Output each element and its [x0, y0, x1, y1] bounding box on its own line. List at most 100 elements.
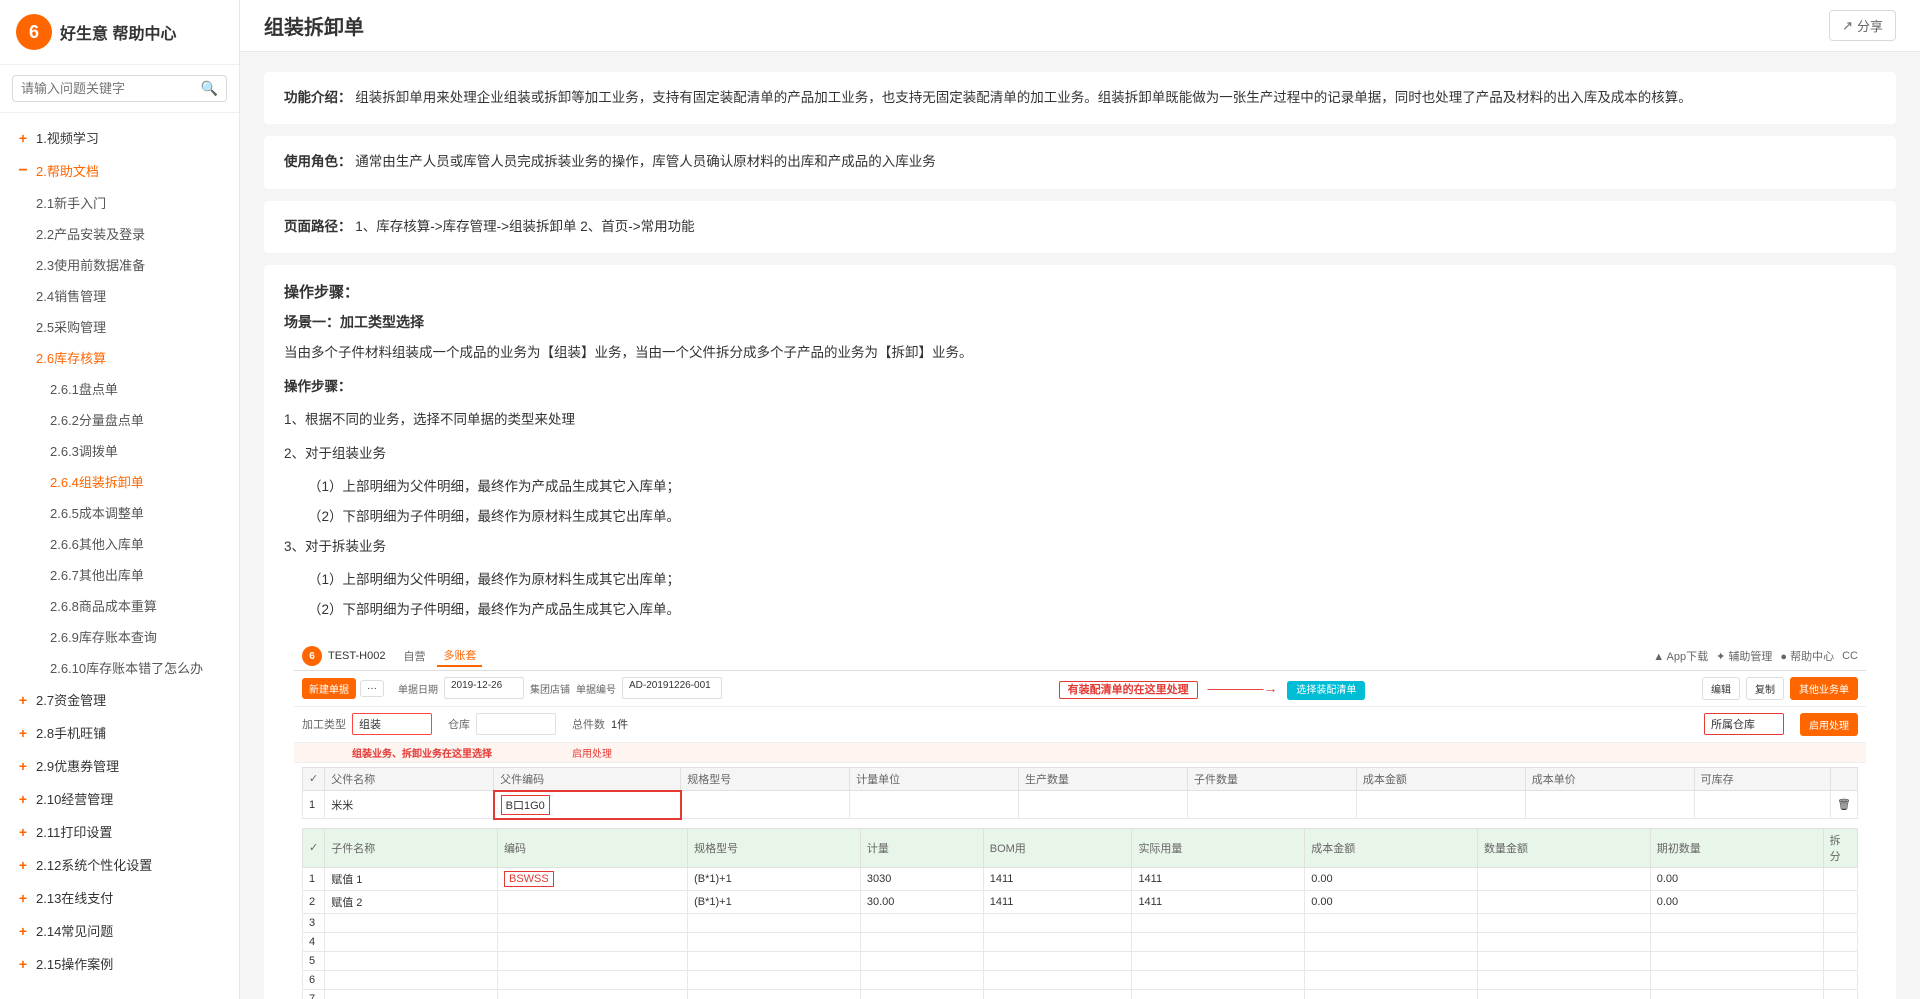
sidebar-item-label-2: 2.帮助文档 [36, 161, 99, 180]
sidebar-item-2-5[interactable]: 2.5采购管理 [0, 311, 239, 342]
sidebar-item-2-6-10[interactable]: 2.6.10库存账本错了怎么办 [0, 652, 239, 683]
expand-icon-2-10: + [16, 792, 30, 806]
screenshot-sysid: TEST-H002 [328, 650, 385, 662]
sidebar-item-2-6-8[interactable]: 2.6.8商品成本重算 [0, 590, 239, 621]
role-text: 使用角色： 通常由生产人员或库管人员完成拆装业务的操作，库管人员确认原材料的出库… [284, 150, 1876, 174]
path-box: 页面路径： 1、库存核算->库存管理->组装拆卸单 2、首页->常用功能 [264, 201, 1896, 253]
search-area: 🔍 [0, 65, 239, 113]
sidebar-item-label-2-13: 2.13在线支付 [36, 888, 113, 907]
share-icon: ↗ [1842, 18, 1853, 34]
sidebar-item-2-4[interactable]: 2.4销售管理 [0, 280, 239, 311]
sidebar-item-2-6-9[interactable]: 2.6.9库存账本查询 [0, 621, 239, 652]
sidebar-item-label-1: 1.视频学习 [36, 128, 99, 147]
content-area: 功能介绍： 组装拆卸单用来处理企业组装或拆卸等加工业务，支持有固定装配清单的产品… [240, 52, 1920, 999]
screenshot-form-area: 加工类型 组装 仓库 总件数 1件 所属仓库 [294, 707, 1866, 743]
scene1-title: 场景一：加工类型选择 [284, 312, 1876, 332]
screenshot-annotation1: 有装配清单的在这里处理 [1059, 681, 1198, 699]
sidebar-item-2-10[interactable]: + 2.10经营管理 [0, 782, 239, 815]
search-input[interactable] [21, 81, 201, 96]
sidebar-item-2-12[interactable]: + 2.12系统个性化设置 [0, 848, 239, 881]
sidebar-item-2-6-7[interactable]: 2.6.7其他出库单 [0, 559, 239, 590]
sidebar-item-label-2-15: 2.15操作案例 [36, 954, 113, 973]
screenshot-annotation3: 启用处理 [572, 745, 612, 760]
screenshot-btn-other: ··· [360, 680, 384, 697]
intro-text: 功能介绍： 组装拆卸单用来处理企业组装或拆卸等加工业务，支持有固定装配清单的产品… [284, 86, 1876, 110]
sidebar-item-2-6-2[interactable]: 2.6.2分量盘点单 [0, 404, 239, 435]
expand-icon-2-7: + [16, 693, 30, 707]
step1-text: 1、根据不同的业务，选择不同单据的类型来处理 [284, 407, 1876, 433]
app-logo-icon: 6 [16, 14, 52, 50]
sidebar-item-2-6-3[interactable]: 2.6.3调拨单 [0, 435, 239, 466]
sidebar-item-1[interactable]: + 1.视频学习 [0, 121, 239, 154]
expand-icon-2-12: + [16, 858, 30, 872]
sidebar-item-2-6-4[interactable]: 2.6.4组装拆卸单 [0, 466, 239, 497]
screenshot-toolbar: 新建单据 ··· 单据日期 2019-12-26 集团店铺 单据编号 AD-20… [294, 671, 1866, 707]
sidebar-item-2-6-1[interactable]: 2.6.1盘点单 [0, 373, 239, 404]
sidebar-item-2-13[interactable]: + 2.13在线支付 [0, 881, 239, 914]
screenshot-btn-process: 选择装配清单 [1287, 681, 1365, 700]
step3-text: 3、对于拆装业务 [284, 534, 1876, 560]
sidebar-item-2-2[interactable]: 2.2产品安装及登录 [0, 218, 239, 249]
operation-section: 操作步骤： 场景一：加工类型选择 当由多个子件材料组装成一个成品的业务为【组装】… [264, 265, 1896, 999]
screenshot-upper-table-wrapper: ✓ 父件名称 父件编码 规格型号 计量单位 生产数量 子件数量 成本金额 成本单… [294, 763, 1866, 824]
step3-sub1: （1）上部明细为父件明细，最终作为原材料生成其它出库单； [308, 567, 1876, 593]
step3-sub2: （2）下部明细为子件明细，最终作为产成品生成其它入库单。 [308, 597, 1876, 623]
page-title: 组装拆卸单 [264, 11, 364, 40]
nav-area: + 1.视频学习 − 2.帮助文档 2.1新手入门 2.2产品安装及登录 2.3… [0, 113, 239, 999]
screenshot-annotation2: 组装业务、拆卸业务在这里选择 [352, 745, 492, 760]
share-button[interactable]: ↗ 分享 [1829, 10, 1896, 41]
sidebar-item-2-8[interactable]: + 2.8手机旺铺 [0, 716, 239, 749]
steps-label: 操作步骤： [284, 374, 1876, 400]
expand-icon-1: + [16, 131, 30, 145]
sidebar: 6 好生意 帮助中心 🔍 + 1.视频学习 − 2.帮助文档 2.1新手入门 2… [0, 0, 240, 999]
screenshot-titlebar: 6 TEST-H002 自营 多账套 ▲ App下载 ✦ 辅助管理 ● 帮助中心… [294, 643, 1866, 671]
sidebar-item-label-2-10: 2.10经营管理 [36, 789, 113, 808]
top-bar: 组装拆卸单 ↗ 分享 [240, 0, 1920, 52]
sidebar-item-2-9[interactable]: + 2.9优惠券管理 [0, 749, 239, 782]
screenshot-nav: 自营 多账套 [397, 645, 482, 667]
expand-icon-2-11: + [16, 825, 30, 839]
app-title: 好生意 帮助中心 [60, 20, 176, 44]
screenshot-lower-table: ✓ 子件名称 编码 规格型号 计量 BOM用 实际用量 成本金额 数量金额 [302, 828, 1858, 999]
screenshot-logo: 6 [302, 646, 322, 666]
sidebar-item-2-7[interactable]: + 2.7资金管理 [0, 683, 239, 716]
sidebar-item-label-2-11: 2.11打印设置 [36, 822, 112, 841]
step2-sub1: （1）上部明细为父件明细，最终作为产成品生成其它入库单； [308, 474, 1876, 500]
sidebar-item-label-2-8: 2.8手机旺铺 [36, 723, 106, 742]
sidebar-item-2-6-5[interactable]: 2.6.5成本调整单 [0, 497, 239, 528]
screenshot-tab-ziying: 自营 [397, 646, 431, 666]
sidebar-item-2-6[interactable]: 2.6库存核算 [0, 342, 239, 373]
expand-icon-2-9: + [16, 759, 30, 773]
screenshot-docnum: AD-20191226-001 [622, 677, 722, 699]
sidebar-item-2-11[interactable]: + 2.11打印设置 [0, 815, 239, 848]
screenshot-btn-apply: 启用处理 [1800, 713, 1858, 736]
expand-icon-2: − [16, 164, 30, 178]
share-label: 分享 [1857, 16, 1883, 35]
expand-icon-2-8: + [16, 726, 30, 740]
screenshot-btn-new: 新建单据 [302, 678, 356, 699]
screenshot-date: 2019-12-26 [444, 677, 524, 699]
step2-sub2: （2）下部明细为子件明细，最终作为原材料生成其它出库单。 [308, 504, 1876, 530]
sidebar-item-2-1[interactable]: 2.1新手入门 [0, 187, 239, 218]
screenshot-process-type: 组装 [352, 713, 432, 735]
screenshot-lower-table-wrapper: ✓ 子件名称 编码 规格型号 计量 BOM用 实际用量 成本金额 数量金额 [294, 824, 1866, 999]
sidebar-item-2-6-6[interactable]: 2.6.6其他入库单 [0, 528, 239, 559]
sidebar-item-2-3[interactable]: 2.3使用前数据准备 [0, 249, 239, 280]
expand-icon-2-14: + [16, 924, 30, 938]
process-type-field: 加工类型 组装 [302, 713, 432, 735]
screenshot-warehouse-input: 所属仓库 [1704, 713, 1784, 735]
scene1-desc: 当由多个子件材料组装成一个成品的业务为【组装】业务，当由一个父件拆分成多个子产品… [284, 340, 1876, 366]
sidebar-item-2-14[interactable]: + 2.14常见问题 [0, 914, 239, 947]
expand-icon-2-13: + [16, 891, 30, 905]
step2-text: 2、对于组装业务 [284, 441, 1876, 467]
sidebar-item-2-15[interactable]: + 2.15操作案例 [0, 947, 239, 980]
screenshot-tab-duozhangset: 多账套 [437, 645, 482, 667]
sidebar-item-label-2-12: 2.12系统个性化设置 [36, 855, 152, 874]
main-content: 组装拆卸单 ↗ 分享 功能介绍： 组装拆卸单用来处理企业组装或拆卸等加工业务，支… [240, 0, 1920, 999]
ops-title: 操作步骤： [284, 281, 1876, 302]
sidebar-item-2[interactable]: − 2.帮助文档 [0, 154, 239, 187]
search-icon[interactable]: 🔍 [201, 80, 218, 97]
intro-box: 功能介绍： 组装拆卸单用来处理企业组装或拆卸等加工业务，支持有固定装配清单的产品… [264, 72, 1896, 124]
search-box[interactable]: 🔍 [12, 75, 227, 102]
sidebar-item-label-2-7: 2.7资金管理 [36, 690, 106, 709]
